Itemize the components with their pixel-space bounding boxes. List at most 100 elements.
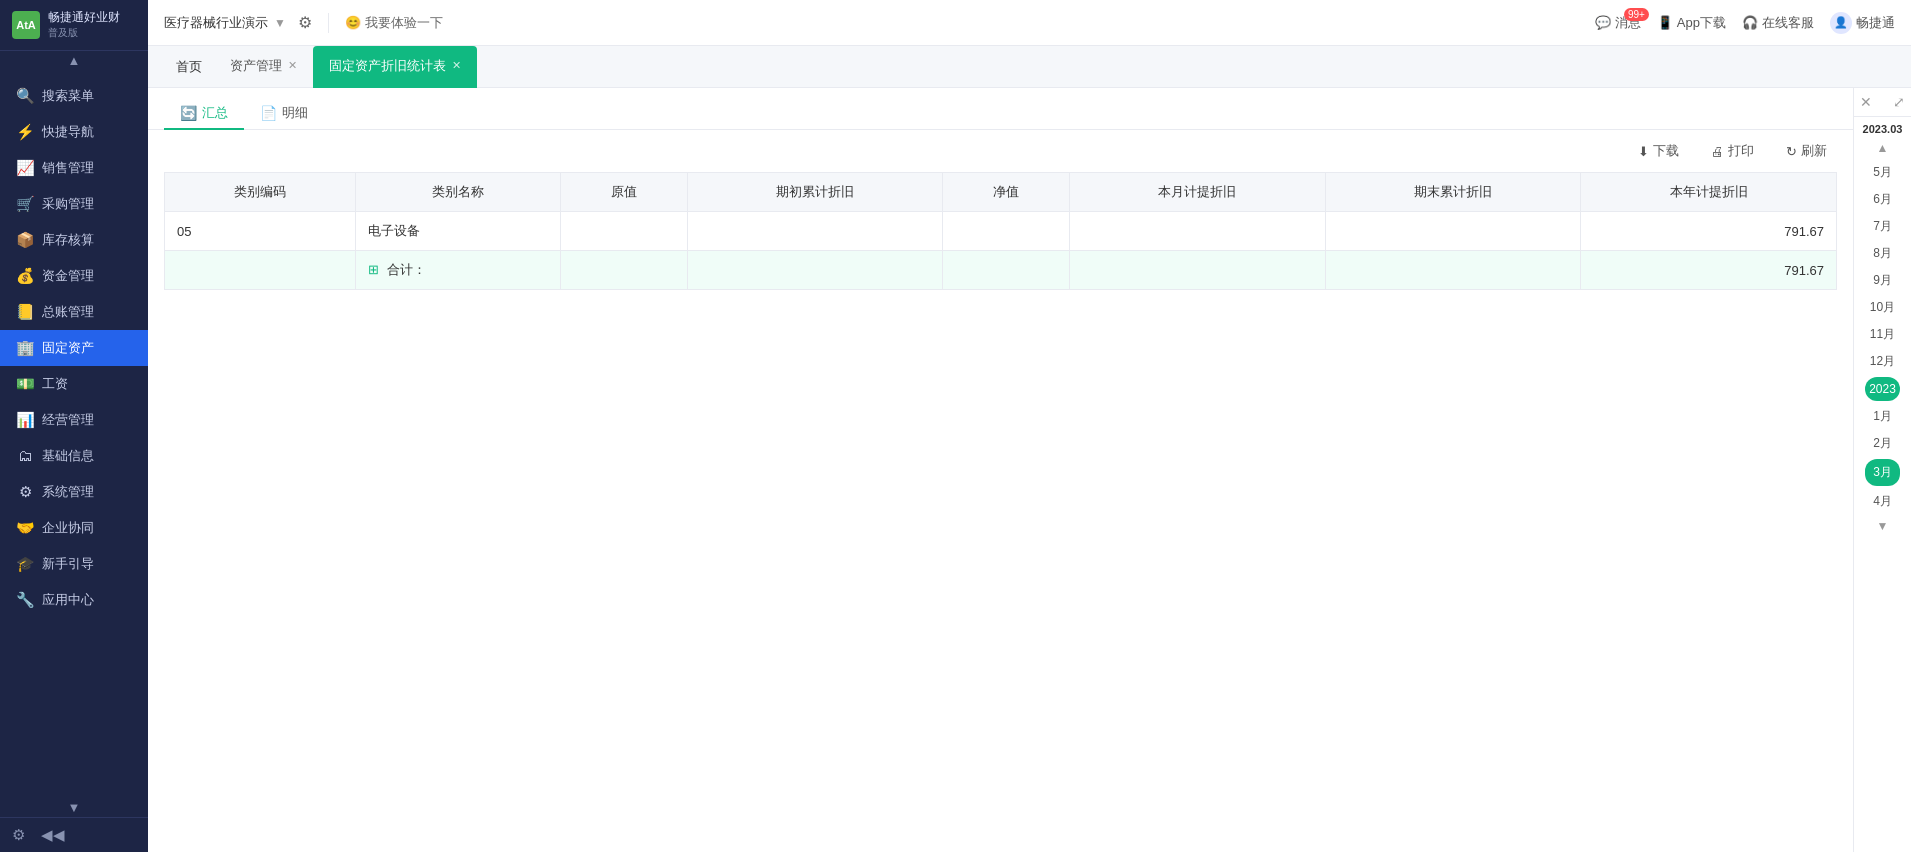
month-item[interactable]: 12月 <box>1859 348 1906 375</box>
tab-home[interactable]: 首页 <box>164 46 214 88</box>
messages-badge: 99+ <box>1624 8 1649 21</box>
sidebar-nav: 🔍 搜索菜单 ⚡快捷导航📈销售管理🛒采购管理📦库存核算 💰 资金管理 📒总账管理🏢固定资产… <box>0 70 148 798</box>
user-name: 畅捷通 <box>1856 14 1895 32</box>
cell-code: 05 <box>165 212 356 251</box>
subtabs: 🔄 汇总 📄 明细 <box>148 88 1853 130</box>
sidebar-item-label-base: 基础信息 <box>42 447 94 465</box>
print-button[interactable]: 🖨 打印 <box>1701 138 1764 164</box>
sidebar-scroll-up[interactable]: ▲ <box>0 51 148 70</box>
system-icon: ⚙ <box>16 483 34 501</box>
month-item[interactable]: 5月 <box>1859 159 1906 186</box>
sidebar-item-system[interactable]: ⚙ 系统管理 <box>0 474 148 510</box>
total-initial-accum <box>687 251 943 290</box>
sidebar-item-label-inventory: 库存核算 <box>42 231 94 249</box>
sidebar-item-salary[interactable]: 💵工资 <box>0 366 148 402</box>
month-item[interactable]: 8月 <box>1859 240 1906 267</box>
year-2023-label[interactable]: 2023 <box>1865 377 1900 401</box>
sidebar-item-inventory[interactable]: 📦库存核算 <box>0 222 148 258</box>
sidebar-item-base[interactable]: 🗂 基础信息 <box>0 438 148 474</box>
subtab-summary-label: 汇总 <box>202 104 228 122</box>
right-panel-close-icon[interactable]: ✕ <box>1860 94 1872 110</box>
right-panel-expand-icon[interactable]: ⤢ <box>1893 94 1905 110</box>
download-icon: ⬇ <box>1638 144 1649 159</box>
cell-initial-accum <box>687 212 943 251</box>
tab-depreciation[interactable]: 固定资产折旧统计表 ✕ <box>313 46 477 88</box>
quicknav-icon: ⚡ <box>16 123 34 141</box>
sidebar-item-purchase[interactable]: 🛒采购管理 <box>0 186 148 222</box>
month-item[interactable]: 11月 <box>1859 321 1906 348</box>
funds-icon: 💰 <box>16 267 34 285</box>
sidebar-item-quicknav[interactable]: ⚡快捷导航 <box>0 114 148 150</box>
tab-asset-mgmt-close[interactable]: ✕ <box>288 59 297 72</box>
topbar-settings-icon[interactable]: ⚙ <box>298 13 312 32</box>
content-area: 🔄 汇总 📄 明细 ⬇ 下载 🖨 打印 ↻ <box>148 88 1911 852</box>
sidebar-item-funds[interactable]: 💰 资金管理 <box>0 258 148 294</box>
current-period-label: 2023.03 <box>1854 117 1911 137</box>
sidebar-header: AtA 畅捷通好业财 普及版 <box>0 0 148 51</box>
sales-icon: 📈 <box>16 159 34 177</box>
month-item[interactable]: 10月 <box>1859 294 1906 321</box>
total-empty <box>165 251 356 290</box>
download-button[interactable]: ⬇ 下载 <box>1628 138 1689 164</box>
total-monthly-dep <box>1069 251 1325 290</box>
col-monthly-dep: 本月计提折旧 <box>1069 173 1325 212</box>
user-btn[interactable]: 👤 畅捷通 <box>1830 12 1895 34</box>
subtab-summary[interactable]: 🔄 汇总 <box>164 98 244 130</box>
tab-depreciation-close[interactable]: ✕ <box>452 59 461 72</box>
base-icon: 🗂 <box>16 447 34 465</box>
download-label: 下载 <box>1653 142 1679 160</box>
col-net: 净值 <box>943 173 1070 212</box>
col-initial-accum: 期初累计折旧 <box>687 173 943 212</box>
month-item-3月[interactable]: 3月 <box>1865 459 1900 486</box>
detail-icon: 📄 <box>260 105 277 121</box>
col-yearly-dep: 本年计提折旧 <box>1581 173 1837 212</box>
date-scroll-down[interactable]: ▼ <box>1873 515 1893 537</box>
sidebar-item-sales[interactable]: 📈销售管理 <box>0 150 148 186</box>
app-label: App下载 <box>1677 14 1726 32</box>
table-wrap: 类别编码 类别名称 原值 期初累计折旧 净值 本月计提折旧 期末累计折旧 本年计… <box>148 172 1853 852</box>
col-original: 原值 <box>561 173 688 212</box>
month-item[interactable]: 6月 <box>1859 186 1906 213</box>
messages-btn[interactable]: 💬 消息 99+ <box>1595 14 1641 32</box>
sidebar-footer: ⚙ ◀◀ <box>0 817 148 852</box>
sidebar-item-guide[interactable]: 🎓新手引导 <box>0 546 148 582</box>
month-item-2月[interactable]: 2月 <box>1859 430 1906 457</box>
sidebar-item-apps[interactable]: 🔧应用中心 <box>0 582 148 618</box>
sidebar-item-ops[interactable]: 📊经营管理 <box>0 402 148 438</box>
sidebar-item-search[interactable]: 🔍 搜索菜单 <box>0 78 148 114</box>
month-item[interactable]: 9月 <box>1859 267 1906 294</box>
experience-btn[interactable]: 😊 我要体验一下 <box>345 14 443 32</box>
subtab-detail[interactable]: 📄 明细 <box>244 98 324 130</box>
service-btn[interactable]: 🎧 在线客服 <box>1742 14 1814 32</box>
messages-icon: 💬 <box>1595 15 1611 30</box>
month-item[interactable]: 7月 <box>1859 213 1906 240</box>
sidebar-item-fixed[interactable]: 🏢固定资产 <box>0 330 148 366</box>
settings-icon[interactable]: ⚙ <box>12 826 25 844</box>
sidebar-item-ledger[interactable]: 📒总账管理 <box>0 294 148 330</box>
date-scroll-up[interactable]: ▲ <box>1873 137 1893 159</box>
app-download-btn[interactable]: 📱 App下载 <box>1657 14 1726 32</box>
sidebar-item-label-search: 搜索菜单 <box>42 87 94 105</box>
logo-title: 畅捷通好业财 <box>48 10 120 26</box>
sidebar-scroll-down[interactable]: ▼ <box>0 798 148 817</box>
sidebar-item-collab[interactable]: 🤝企业协同 <box>0 510 148 546</box>
search-icon: 🔍 <box>16 87 34 105</box>
refresh-icon: ↻ <box>1786 144 1797 159</box>
summary-icon: 🔄 <box>180 105 197 121</box>
month-item-4月[interactable]: 4月 <box>1859 488 1906 515</box>
tab-depreciation-label: 固定资产折旧统计表 <box>329 57 446 75</box>
content-main: 🔄 汇总 📄 明细 ⬇ 下载 🖨 打印 ↻ <box>148 88 1853 852</box>
collapse-icon[interactable]: ◀◀ <box>41 826 65 844</box>
sidebar-item-label-ops: 经营管理 <box>42 411 94 429</box>
refresh-button[interactable]: ↻ 刷新 <box>1776 138 1837 164</box>
tab-asset-mgmt[interactable]: 资产管理 ✕ <box>214 46 313 88</box>
table-total-row: ⊞ 合计： 791.67 <box>165 251 1837 290</box>
sidebar-item-label-funds: 资金管理 <box>42 267 94 285</box>
month-item-1月[interactable]: 1月 <box>1859 403 1906 430</box>
tab-asset-mgmt-label: 资产管理 <box>230 57 282 75</box>
sidebar-item-label-system: 系统管理 <box>42 483 94 501</box>
company-selector[interactable]: 医疗器械行业演示 ▼ <box>164 14 286 32</box>
experience-icon: 😊 <box>345 15 361 30</box>
service-icon: 🎧 <box>1742 15 1758 30</box>
right-panel-header: ✕ ⤢ <box>1854 88 1911 117</box>
